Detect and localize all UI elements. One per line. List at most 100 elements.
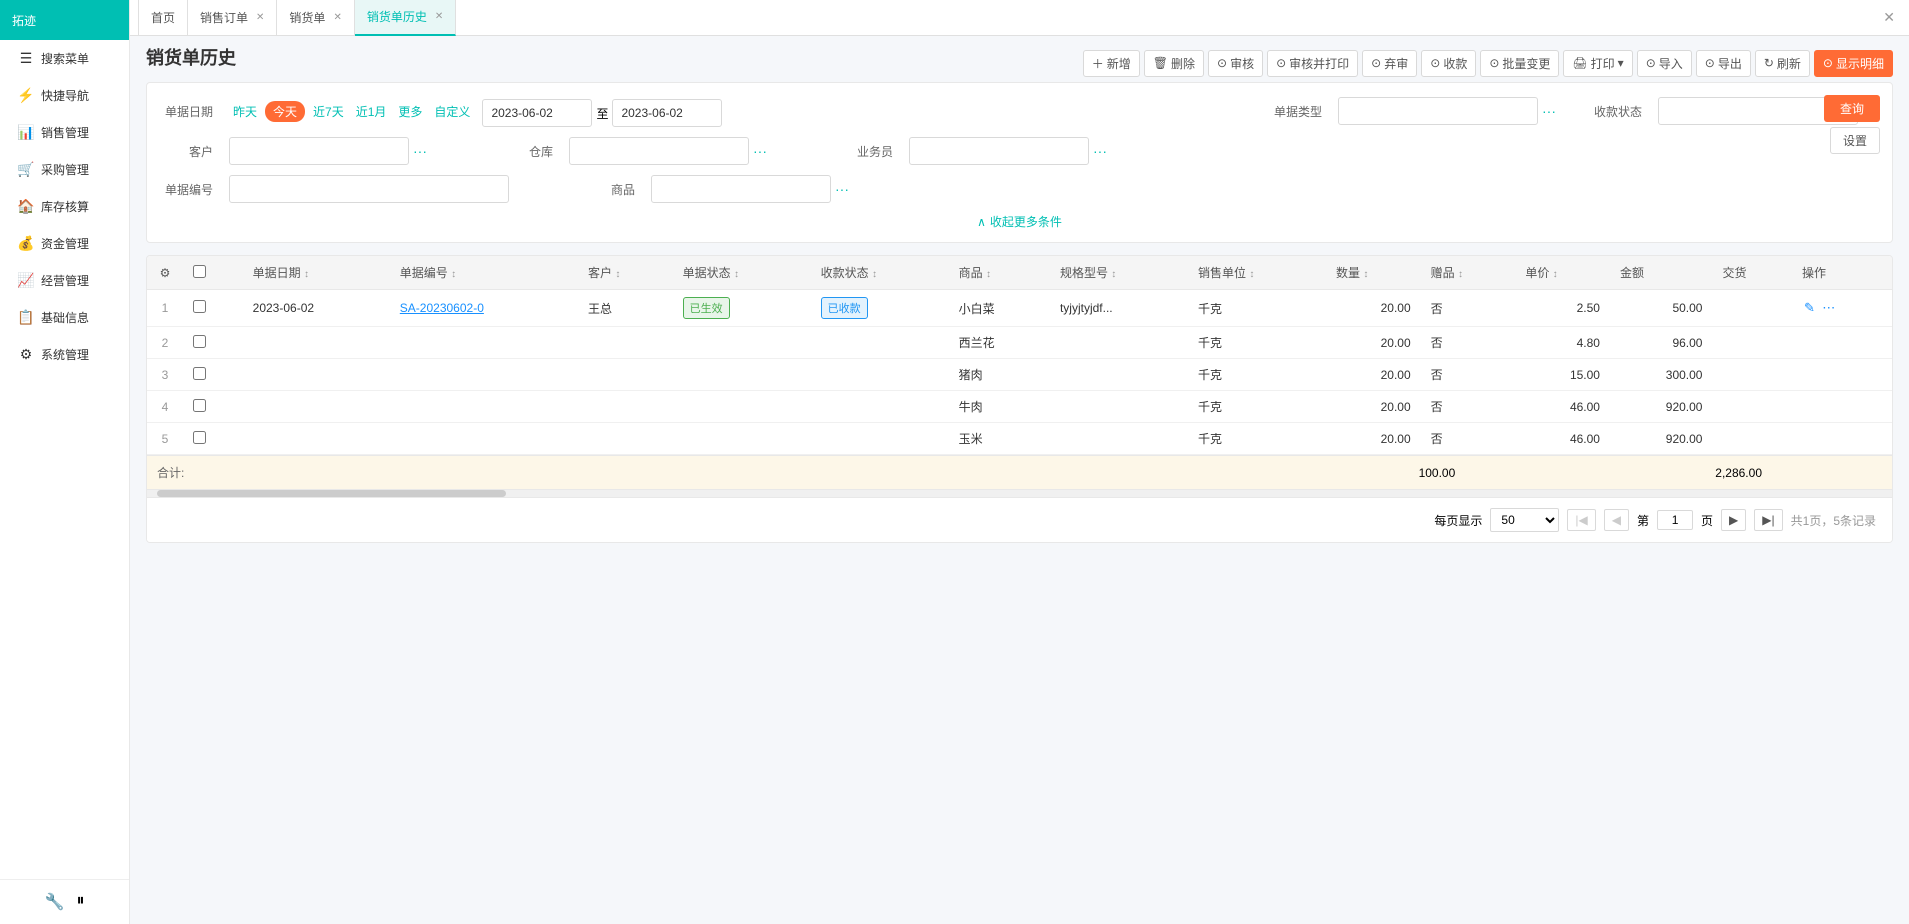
delete-button[interactable]: 🗑 删除 <box>1144 50 1204 77</box>
sort-price-icon[interactable]: ↕ <box>1553 269 1558 280</box>
col-unit: 销售单位 ↕ <box>1188 256 1326 290</box>
row4-checkbox[interactable] <box>193 399 206 412</box>
sidebar-bottom-icon2[interactable]: ⏸ <box>76 892 84 912</box>
sidebar-item-sales-mgmt[interactable]: 📊 销售管理 <box>0 114 129 151</box>
collect-icon: ⊙ <box>1430 56 1440 70</box>
tab-sales-order-close[interactable]: ✕ <box>256 12 264 23</box>
page-first-btn[interactable]: |◀ <box>1567 509 1595 531</box>
row1-more-btn[interactable]: ⋯ <box>1822 300 1835 315</box>
collect-button[interactable]: ⊙ 收款 <box>1421 50 1476 77</box>
row1-unit: 千克 <box>1188 290 1326 327</box>
tab-sales-history-close[interactable]: ✕ <box>435 11 443 22</box>
sort-docstatus-icon[interactable]: ↕ <box>734 269 739 280</box>
row2-gift: 否 <box>1421 327 1516 359</box>
sidebar-item-search-menu[interactable]: ☰ 搜索菜单 <box>0 40 129 77</box>
import-button[interactable]: ⊙ 导入 <box>1637 50 1692 77</box>
doc-type-dots[interactable]: ··· <box>1542 103 1556 119</box>
row5-unit: 千克 <box>1188 423 1326 455</box>
row5-date <box>243 423 390 455</box>
doc-type-input[interactable] <box>1338 97 1538 125</box>
row2-checkbox[interactable] <box>193 335 206 348</box>
tab-sales-delivery[interactable]: 销货单 ✕ <box>277 0 354 36</box>
row1-customer: 王总 <box>578 290 673 327</box>
sidebar-bottom-icon1[interactable]: 🔧 <box>45 892 65 912</box>
sort-date-icon[interactable]: ↕ <box>304 269 309 280</box>
scrollbar-thumb[interactable] <box>157 490 506 497</box>
audit-button[interactable]: ⊙ 审核 <box>1208 50 1263 77</box>
print-button[interactable]: 🖨 打印 ▾ <box>1563 50 1632 77</box>
sidebar-item-quick-nav[interactable]: ⚡ 快捷导航 <box>0 77 129 114</box>
select-all-checkbox[interactable] <box>193 265 206 278</box>
row5-trade <box>1712 423 1792 455</box>
export-icon: ⊙ <box>1705 56 1715 70</box>
shortcut-7days[interactable]: 近7天 <box>309 101 348 122</box>
purchase-mgmt-icon: 🛒 <box>17 161 35 178</box>
tab-home[interactable]: 首页 <box>138 0 188 36</box>
tab-sales-order[interactable]: 销售订单 ✕ <box>188 0 277 36</box>
per-page-select[interactable]: 50 10 20 100 <box>1490 508 1559 532</box>
sidebar-item-finance[interactable]: 💰 资金管理 <box>0 225 129 262</box>
row1-docno[interactable]: SA-20230602-0 <box>390 290 578 327</box>
show-detail-button[interactable]: ⊙ 显示明细 <box>1814 50 1893 77</box>
customer-dots[interactable]: ··· <box>413 143 427 159</box>
goods-input[interactable] <box>651 175 831 203</box>
row3-unit: 千克 <box>1188 359 1326 391</box>
warehouse-input[interactable] <box>569 137 749 165</box>
sort-gift-icon[interactable]: ↕ <box>1458 269 1463 280</box>
sidebar-item-purchase-mgmt[interactable]: 🛒 采购管理 <box>0 151 129 188</box>
show-detail-icon: ⊙ <box>1823 56 1833 70</box>
warehouse-dots[interactable]: ··· <box>753 143 767 159</box>
sidebar-item-system-mgmt[interactable]: ⚙ 系统管理 <box>0 336 129 373</box>
tab-sales-history[interactable]: 销货单历史 ✕ <box>355 0 456 36</box>
row4-goods: 牛肉 <box>949 391 1050 423</box>
page-label: 第 <box>1637 512 1649 529</box>
staff-input[interactable] <box>909 137 1089 165</box>
sort-customer-icon[interactable]: ↕ <box>615 269 620 280</box>
shortcut-today[interactable]: 今天 <box>265 101 305 122</box>
goods-dots[interactable]: ··· <box>835 181 849 197</box>
sidebar-item-inventory[interactable]: 🏠 库存核算 <box>0 188 129 225</box>
staff-dots[interactable]: ··· <box>1093 143 1107 159</box>
sidebar-item-operations[interactable]: 📈 经营管理 <box>0 262 129 299</box>
row1-checkbox[interactable] <box>193 300 206 313</box>
collapse-button[interactable]: ∧ 收起更多条件 <box>163 213 1876 230</box>
customer-label: 客户 <box>163 143 213 160</box>
batch-change-button[interactable]: ⊙ 批量变更 <box>1480 50 1559 77</box>
shortcut-more[interactable]: 更多 <box>394 101 426 122</box>
tab-sales-delivery-close[interactable]: ✕ <box>333 12 341 23</box>
settings-button[interactable]: 设置 <box>1830 127 1880 154</box>
sort-paymentstatus-icon[interactable]: ↕ <box>872 269 877 280</box>
audit-icon: ⊙ <box>1217 56 1227 70</box>
doc-no-input[interactable] <box>229 175 509 203</box>
date-to-input[interactable] <box>612 99 722 127</box>
page-last-btn[interactable]: ▶| <box>1754 509 1782 531</box>
abandon-button[interactable]: ⊙ 弃审 <box>1362 50 1417 77</box>
add-button[interactable]: ＋ 新增 <box>1083 50 1140 77</box>
audit-print-button[interactable]: ⊙ 审核并打印 <box>1267 50 1358 77</box>
sort-docno-icon[interactable]: ↕ <box>451 269 456 280</box>
refresh-button[interactable]: ↻ 刷新 <box>1755 50 1810 77</box>
sort-goods-icon[interactable]: ↕ <box>986 269 991 280</box>
col-gear[interactable]: ⚙ <box>147 256 183 290</box>
row5-checkbox[interactable] <box>193 431 206 444</box>
shortcut-custom[interactable]: 自定义 <box>430 101 474 122</box>
export-button[interactable]: ⊙ 导出 <box>1696 50 1751 77</box>
query-button[interactable]: 查询 <box>1824 95 1880 122</box>
page-next-btn[interactable]: ▶ <box>1721 509 1746 531</box>
customer-input[interactable] <box>229 137 409 165</box>
page-input[interactable] <box>1657 510 1693 530</box>
page-prev-btn[interactable]: ◀ <box>1604 509 1629 531</box>
shortcut-1month[interactable]: 近1月 <box>352 101 391 122</box>
sort-qty-icon[interactable]: ↕ <box>1363 269 1368 280</box>
row3-checkbox[interactable] <box>193 367 206 380</box>
shortcut-yesterday[interactable]: 昨天 <box>229 101 261 122</box>
sort-spec-icon[interactable]: ↕ <box>1111 269 1116 280</box>
row1-edit-btn[interactable]: ✎ <box>1804 300 1815 315</box>
horizontal-scrollbar[interactable] <box>147 489 1892 497</box>
tab-bar-close[interactable]: ✕ <box>1877 9 1901 26</box>
data-table: ⚙ 单据日期 ↕ 单据编号 ↕ 客户 <box>146 255 1893 543</box>
sidebar-item-basic-info[interactable]: 📋 基础信息 <box>0 299 129 336</box>
inventory-icon: 🏠 <box>17 198 35 215</box>
sort-unit-icon[interactable]: ↕ <box>1249 269 1254 280</box>
date-from-input[interactable] <box>482 99 592 127</box>
